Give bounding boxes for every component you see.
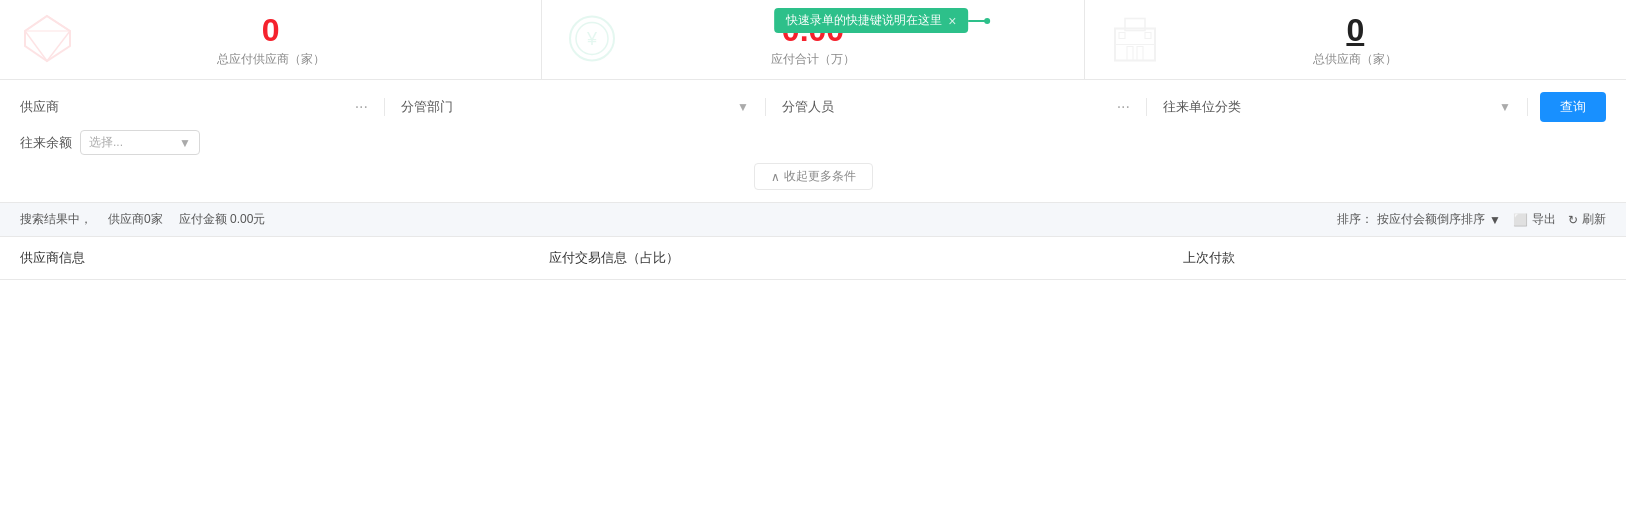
refresh-label: 刷新 bbox=[1582, 211, 1606, 228]
person-label: 分管人员 bbox=[782, 98, 834, 116]
svg-text:¥: ¥ bbox=[586, 28, 598, 48]
col-header-transaction: 应付交易信息（占比） bbox=[549, 249, 1183, 267]
stat-label-total-suppliers: 总供应商（家） bbox=[1313, 51, 1397, 68]
stat-label-payable-total: 应付合计（万） bbox=[771, 51, 855, 68]
department-arrow-icon[interactable]: ▼ bbox=[737, 100, 749, 114]
svg-rect-11 bbox=[1119, 32, 1125, 38]
balance-arrow-icon: ▼ bbox=[179, 136, 191, 150]
department-label: 分管部门 bbox=[401, 98, 453, 116]
stat-label-payable-suppliers: 总应付供应商（家） bbox=[217, 51, 325, 68]
stat-total-payable-suppliers: 0 总应付供应商（家） bbox=[0, 0, 542, 79]
supplier-dots-icon[interactable]: ··· bbox=[355, 98, 368, 116]
filter-supplier: 供应商 ··· bbox=[20, 98, 385, 116]
collapse-label: 收起更多条件 bbox=[784, 168, 856, 185]
person-dots-icon[interactable]: ··· bbox=[1117, 98, 1130, 116]
supplier-input[interactable] bbox=[67, 100, 351, 115]
coin-icon: ¥ bbox=[562, 8, 622, 71]
stat-number-payable-suppliers: 0 bbox=[262, 11, 280, 49]
export-label: 导出 bbox=[1532, 211, 1556, 228]
filter-department: 分管部门 ▼ bbox=[385, 98, 766, 116]
stat-payable-total: ¥ 0.00 应付合计（万） 快速录单的快捷键说明在这里 × bbox=[542, 0, 1084, 79]
person-input[interactable] bbox=[842, 100, 1113, 115]
unit-category-label: 往来单位分类 bbox=[1163, 98, 1241, 116]
tooltip-close-button[interactable]: × bbox=[948, 13, 956, 29]
collapse-icon: ∧ bbox=[771, 170, 780, 184]
result-payable-amount: 应付金额 0.00元 bbox=[179, 211, 266, 228]
refresh-icon: ↻ bbox=[1568, 213, 1578, 227]
sort-arrow-icon: ▼ bbox=[1489, 213, 1501, 227]
sort-button[interactable]: 排序： 按应付会额倒序排序 ▼ bbox=[1337, 211, 1501, 228]
filter-row-2: 往来余额 选择... ▼ bbox=[20, 130, 1606, 155]
filter-unit-category: 往来单位分类 ▼ bbox=[1147, 98, 1528, 116]
balance-placeholder: 选择... bbox=[89, 134, 123, 151]
refresh-button[interactable]: ↻ 刷新 bbox=[1568, 211, 1606, 228]
svg-rect-12 bbox=[1145, 32, 1151, 38]
export-button[interactable]: ⬜ 导出 bbox=[1513, 211, 1556, 228]
shortcut-tooltip: 快速录单的快捷键说明在这里 × bbox=[774, 8, 968, 33]
diamond-icon bbox=[20, 11, 75, 69]
filter-balance: 往来余额 选择... ▼ bbox=[20, 130, 216, 155]
result-supplier-count: 供应商0家 bbox=[108, 211, 163, 228]
result-actions: 排序： 按应付会额倒序排序 ▼ ⬜ 导出 ↻ 刷新 bbox=[1337, 211, 1606, 228]
filter-bar: 供应商 ··· 分管部门 ▼ 分管人员 ··· 往来单位分类 ▼ 查询 往来余额 bbox=[0, 80, 1626, 203]
filter-person: 分管人员 ··· bbox=[766, 98, 1147, 116]
sort-label: 排序： bbox=[1337, 211, 1373, 228]
export-icon: ⬜ bbox=[1513, 213, 1528, 227]
balance-select[interactable]: 选择... ▼ bbox=[80, 130, 200, 155]
stats-bar: 0 总应付供应商（家） ¥ 0.00 应付合计（万） 快速录单的快捷键说明在这里… bbox=[0, 0, 1626, 80]
table-header: 供应商信息 应付交易信息（占比） 上次付款 bbox=[0, 237, 1626, 280]
stat-number-total-suppliers: 0 bbox=[1346, 11, 1364, 49]
building-icon bbox=[1105, 8, 1165, 71]
result-prefix: 搜索结果中， bbox=[20, 211, 92, 228]
tooltip-dot bbox=[982, 16, 992, 26]
stat-total-suppliers: 0 总供应商（家） bbox=[1085, 0, 1626, 79]
balance-label: 往来余额 bbox=[20, 134, 72, 152]
result-info: 搜索结果中， 供应商0家 应付金额 0.00元 bbox=[20, 211, 265, 228]
svg-rect-10 bbox=[1137, 46, 1143, 60]
supplier-label: 供应商 bbox=[20, 98, 59, 116]
query-button[interactable]: 查询 bbox=[1540, 92, 1606, 122]
sort-value: 按应付会额倒序排序 bbox=[1377, 211, 1485, 228]
filter-row-1: 供应商 ··· 分管部门 ▼ 分管人员 ··· 往来单位分类 ▼ 查询 bbox=[20, 92, 1606, 122]
svg-rect-9 bbox=[1127, 46, 1133, 60]
unit-category-arrow-icon[interactable]: ▼ bbox=[1499, 100, 1511, 114]
unit-category-input[interactable] bbox=[1249, 100, 1495, 115]
col-header-supplier: 供应商信息 bbox=[20, 249, 549, 267]
tooltip-text: 快速录单的快捷键说明在这里 bbox=[786, 12, 942, 29]
table-body bbox=[0, 280, 1626, 515]
svg-marker-0 bbox=[25, 16, 70, 61]
collapse-button[interactable]: ∧ 收起更多条件 bbox=[754, 163, 873, 190]
result-bar: 搜索结果中， 供应商0家 应付金额 0.00元 排序： 按应付会额倒序排序 ▼ … bbox=[0, 203, 1626, 237]
department-input[interactable] bbox=[461, 100, 733, 115]
svg-marker-1 bbox=[25, 16, 70, 61]
col-header-lastpay: 上次付款 bbox=[1183, 249, 1606, 267]
